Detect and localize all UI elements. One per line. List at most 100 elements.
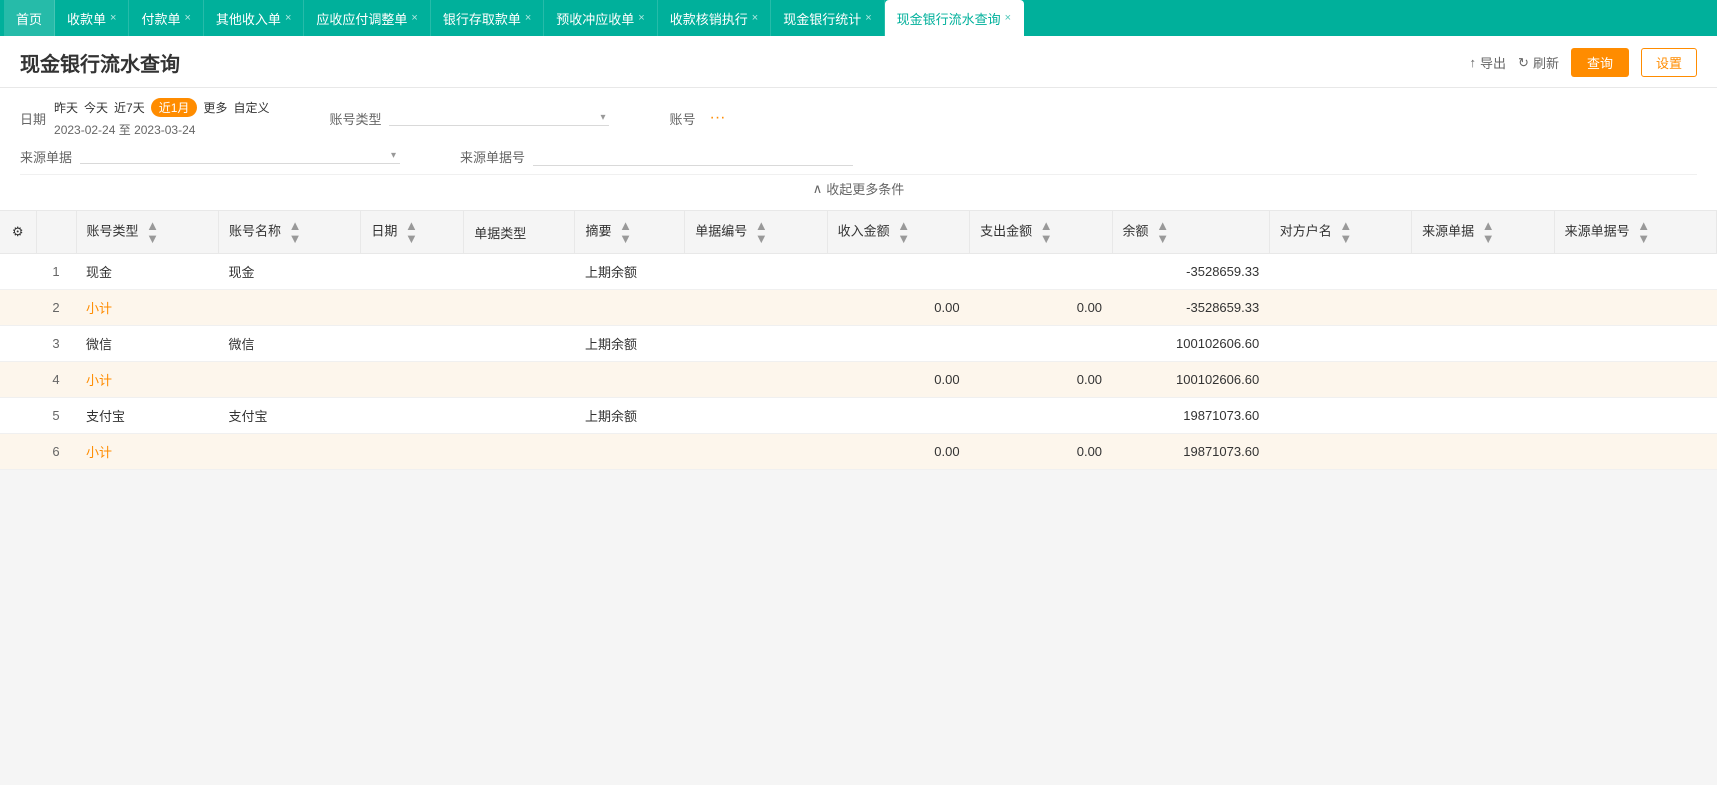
close-icon[interactable]: × xyxy=(638,12,644,24)
account-type-select[interactable]: ▾ xyxy=(389,110,609,126)
nav-tab-receipt[interactable]: 收款单 × xyxy=(55,0,129,36)
data-table: ⚙ 账号类型 ▲▼ 账号名称 ▲▼ 日期 ▲▼ 单据类型 xyxy=(0,211,1717,470)
nav-tab-bank-deposit[interactable]: 银行存取款单 × xyxy=(431,0,544,36)
row-doc-no-cell xyxy=(685,362,827,398)
row-summary-cell xyxy=(575,290,685,326)
row-gear-cell xyxy=(0,434,36,470)
close-icon[interactable]: × xyxy=(525,12,531,24)
table-row: 1现金现金上期余额-3528659.33 xyxy=(0,254,1717,290)
row-doc-type-cell xyxy=(464,434,575,470)
account-label: 账号 xyxy=(669,109,695,128)
row-gear-cell xyxy=(0,254,36,290)
row-balance-cell: 19871073.60 xyxy=(1112,398,1269,434)
row-doc-no-cell xyxy=(685,434,827,470)
refresh-icon: ↻ xyxy=(1518,55,1529,71)
shortcut-7days[interactable]: 近7天 xyxy=(114,99,145,116)
row-date-cell xyxy=(361,434,464,470)
th-num xyxy=(36,211,76,254)
row-account-type-cell: 小计 xyxy=(76,434,218,470)
date-filter-label: 日期 xyxy=(20,109,46,128)
row-doc-type-cell xyxy=(464,362,575,398)
top-navigation: 首页 收款单 × 付款单 × 其他收入单 × 应收应付调整单 × 银行存取款单 … xyxy=(0,0,1717,36)
row-counterpart-cell xyxy=(1269,290,1411,326)
refresh-button[interactable]: ↻ 刷新 xyxy=(1518,53,1559,72)
sort-icon: ▲▼ xyxy=(1040,219,1053,245)
row-expense-cell: 0.00 xyxy=(970,434,1112,470)
source-doc-select[interactable]: ▾ xyxy=(80,148,400,164)
close-icon[interactable]: × xyxy=(411,12,417,24)
row-source-doc-no-cell xyxy=(1554,362,1716,398)
row-balance-cell: -3528659.33 xyxy=(1112,254,1269,290)
th-counterpart[interactable]: 对方户名 ▲▼ xyxy=(1269,211,1411,254)
sort-icon: ▲▼ xyxy=(1339,219,1352,245)
close-icon[interactable]: × xyxy=(865,12,871,24)
date-filter: 日期 昨天 今天 近7天 近1月 更多 自定义 2023-02-24 至 202… xyxy=(20,98,269,138)
export-icon: ↑ xyxy=(1470,55,1477,70)
nav-tab-other-income-label: 其他收入单 xyxy=(216,9,281,28)
row-counterpart-cell xyxy=(1269,398,1411,434)
settings-button[interactable]: 设置 xyxy=(1641,48,1697,77)
th-account-type[interactable]: 账号类型 ▲▼ xyxy=(76,211,218,254)
shortcut-1month[interactable]: 近1月 xyxy=(151,98,198,117)
nav-tab-receipt-verify-label: 收款核销执行 xyxy=(670,9,748,28)
row-date-cell xyxy=(361,362,464,398)
nav-tab-cash-stat[interactable]: 现金银行统计 × xyxy=(771,0,884,36)
export-button[interactable]: ↑ 导出 xyxy=(1470,53,1507,72)
nav-tab-prepaid[interactable]: 预收冲应收单 × xyxy=(544,0,657,36)
row-account-type-cell: 支付宝 xyxy=(76,398,218,434)
source-doc-no-input[interactable] xyxy=(533,146,853,166)
nav-tab-cash-flow[interactable]: 现金银行流水查询 × xyxy=(885,0,1024,36)
th-doc-no[interactable]: 单据编号 ▲▼ xyxy=(685,211,827,254)
th-account-name[interactable]: 账号名称 ▲▼ xyxy=(218,211,360,254)
th-date[interactable]: 日期 ▲▼ xyxy=(361,211,464,254)
table-row: 2小计0.000.00-3528659.33 xyxy=(0,290,1717,326)
close-icon[interactable]: × xyxy=(110,12,116,24)
nav-tab-home[interactable]: 首页 xyxy=(4,0,55,36)
nav-tab-other-income[interactable]: 其他收入单 × xyxy=(204,0,304,36)
th-summary[interactable]: 摘要 ▲▼ xyxy=(575,211,685,254)
row-expense-cell: 0.00 xyxy=(970,362,1112,398)
close-icon[interactable]: × xyxy=(285,12,291,24)
row-source-doc-no-cell xyxy=(1554,254,1716,290)
table-row: 3微信微信上期余额100102606.60 xyxy=(0,326,1717,362)
close-icon[interactable]: × xyxy=(184,12,190,24)
close-icon[interactable]: × xyxy=(752,12,758,24)
th-expense[interactable]: 支出金额 ▲▼ xyxy=(970,211,1112,254)
source-doc-filter: 来源单据 ▾ xyxy=(20,147,400,166)
th-balance[interactable]: 余额 ▲▼ xyxy=(1112,211,1269,254)
shortcut-custom[interactable]: 自定义 xyxy=(233,99,269,116)
row-doc-no-cell xyxy=(685,326,827,362)
row-income-cell: 0.00 xyxy=(827,362,969,398)
th-source-doc[interactable]: 来源单据 ▲▼ xyxy=(1412,211,1554,254)
collapse-bar[interactable]: ∧ 收起更多条件 xyxy=(20,174,1697,202)
row-expense-cell: 0.00 xyxy=(970,290,1112,326)
row-date-cell xyxy=(361,254,464,290)
row-number-cell: 5 xyxy=(36,398,76,434)
sort-icon: ▲▼ xyxy=(897,219,910,245)
nav-tab-receipt-verify[interactable]: 收款核销执行 × xyxy=(658,0,771,36)
row-expense-cell xyxy=(970,398,1112,434)
shortcut-yesterday[interactable]: 昨天 xyxy=(54,99,78,116)
row-account-type-cell: 微信 xyxy=(76,326,218,362)
th-source-doc-no[interactable]: 来源单据号 ▲▼ xyxy=(1554,211,1716,254)
row-counterpart-cell xyxy=(1269,362,1411,398)
row-income-cell xyxy=(827,326,969,362)
table-row: 5支付宝支付宝上期余额19871073.60 xyxy=(0,398,1717,434)
date-range-display: 2023-02-24 至 2023-03-24 xyxy=(54,121,269,138)
page-header: 现金银行流水查询 ↑ 导出 ↻ 刷新 查询 设置 xyxy=(0,36,1717,88)
collapse-label: 收起更多条件 xyxy=(826,179,904,198)
shortcut-today[interactable]: 今天 xyxy=(84,99,108,116)
account-ellipsis-button[interactable]: ··· xyxy=(703,109,731,127)
query-button[interactable]: 查询 xyxy=(1571,48,1629,77)
row-account-type-cell: 小计 xyxy=(76,362,218,398)
row-account-name-cell xyxy=(218,434,360,470)
row-counterpart-cell xyxy=(1269,326,1411,362)
table-body: 1现金现金上期余额-3528659.332小计0.000.00-3528659.… xyxy=(0,254,1717,470)
nav-tab-payment[interactable]: 付款单 × xyxy=(129,0,203,36)
th-income[interactable]: 收入金额 ▲▼ xyxy=(827,211,969,254)
close-icon[interactable]: × xyxy=(1005,12,1011,24)
row-source-doc-cell xyxy=(1412,434,1554,470)
nav-tab-ar-ap-adjust[interactable]: 应收应付调整单 × xyxy=(304,0,430,36)
shortcut-more[interactable]: 更多 xyxy=(203,99,227,116)
gear-icon[interactable]: ⚙ xyxy=(12,224,24,239)
